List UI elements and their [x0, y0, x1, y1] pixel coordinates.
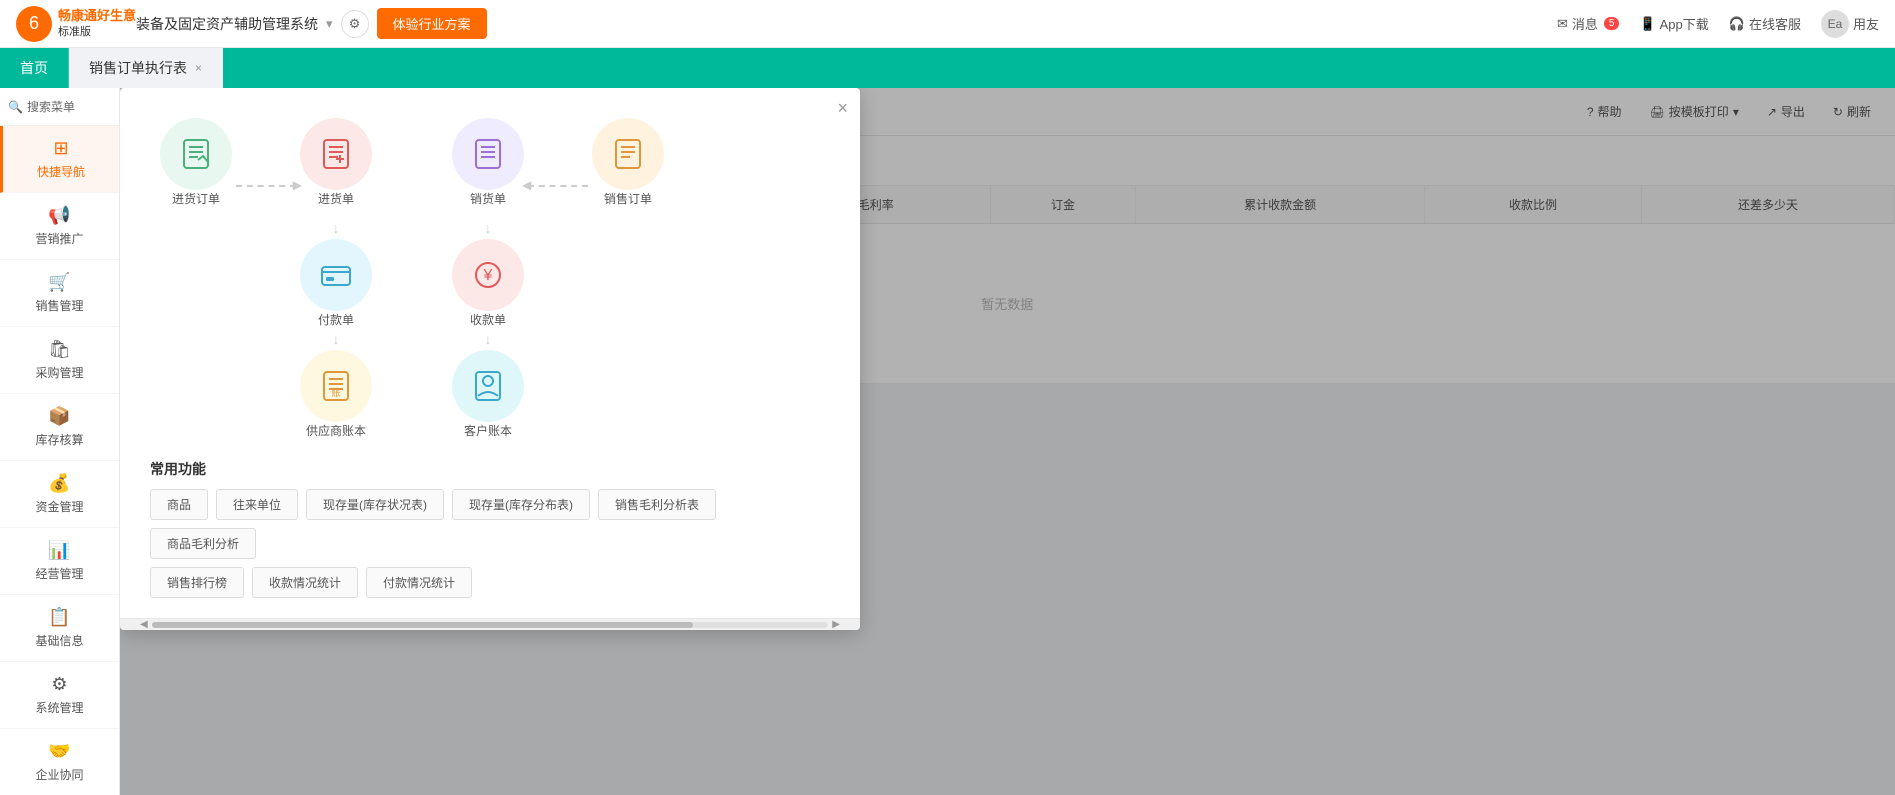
sidebar-item-finance[interactable]: 💰 资金管理: [0, 461, 119, 528]
operations-icon: 📊: [48, 540, 70, 561]
download-icon: 📱: [1639, 16, 1655, 32]
tab-close-icon[interactable]: ×: [195, 61, 202, 75]
down-arrow-receipt: ↓: [485, 221, 492, 235]
nav-tabs: 首页 销售订单执行表 ×: [0, 48, 1895, 88]
tab-sales-order[interactable]: 销售订单执行表 ×: [69, 48, 223, 88]
search-icon: 🔍: [8, 100, 23, 114]
basic-info-icon: 📋: [48, 607, 70, 628]
content-area: ? 帮助 🖨 按模板打印 ▾ ↗ 导出 ↻ 刷新 📅 单据状态: [120, 88, 1895, 795]
purchase-receipt-label: 进货单: [318, 190, 354, 207]
message-badge: 5: [1604, 17, 1620, 30]
common-btn-product[interactable]: 商品: [150, 489, 208, 520]
system-name: 装备及固定资产辅助管理系统: [136, 14, 318, 34]
supplier-ledger-label: 供应商账本: [306, 422, 366, 439]
overlay[interactable]: × 进货订单 ▶: [120, 88, 1895, 795]
sidebar-item-quick-nav[interactable]: ⊞ 快捷导航: [0, 126, 119, 193]
quick-panel: × 进货订单 ▶: [120, 88, 860, 630]
finance-icon: 💰: [48, 473, 70, 494]
avatar: Ea: [1821, 10, 1849, 38]
flow-node-purchase-receipt: 进货单: [300, 118, 372, 207]
trial-button[interactable]: 体验行业方案: [377, 8, 487, 39]
down-arrow-payment: ↓: [333, 221, 340, 235]
purchase-icon: 🛍: [48, 339, 71, 360]
message-icon: ✉: [1557, 16, 1568, 32]
topbar: 6 畅康通好生意 标准版 装备及固定资产辅助管理系统 ▾ ⚙ 体验行业方案 ✉ …: [0, 0, 1895, 48]
scroll-left-icon[interactable]: ◀: [136, 619, 152, 630]
sales-invoice-label: 销货单: [470, 190, 506, 207]
scrollbar-track[interactable]: [152, 622, 829, 628]
main-layout: 🔍 搜索菜单 ⊞ 快捷导航 📢 营销推广 🛒 销售管理 🛍 采购管理 📦 库存核…: [0, 88, 1895, 795]
flow-diagram: 进货订单 ▶ 进货单: [120, 88, 860, 459]
sidebar-item-sales[interactable]: 🛒 销售管理: [0, 260, 119, 327]
common-btn-product-profit[interactable]: 商品毛利分析: [150, 528, 256, 559]
common-section: 常用功能 商品 往来单位 现存量(库存状况表) 现存量(库存分布表) 销售毛利分…: [120, 459, 860, 618]
marketing-icon: 📢: [48, 205, 70, 226]
user-info[interactable]: Ea 用友: [1821, 10, 1879, 38]
customer-ledger-label: 客户账本: [464, 422, 512, 439]
scroll-right-icon[interactable]: ▶: [828, 619, 844, 630]
system-info: 装备及固定资产辅助管理系统 ▾ ⚙ 体验行业方案: [136, 8, 1557, 39]
sidebar-item-system[interactable]: ⚙ 系统管理: [0, 662, 119, 729]
panel-scrollbar: ◀ ▶: [120, 618, 860, 630]
payment-label: 付款单: [318, 311, 354, 328]
logo: 6 畅康通好生意 标准版: [16, 6, 136, 42]
purchase-receipt-circle[interactable]: [300, 118, 372, 190]
common-btn-sales-profit[interactable]: 销售毛利分析表: [598, 489, 716, 520]
tab-home[interactable]: 首页: [0, 48, 69, 88]
purchase-order-circle[interactable]: [160, 118, 232, 190]
common-buttons-row2: 销售排行榜 收款情况统计 付款情况统计: [150, 567, 830, 598]
common-btn-stock-status[interactable]: 现存量(库存状况表): [306, 489, 444, 520]
sales-order-label: 销售订单: [604, 190, 652, 207]
down-arrow-supplier: ↓: [333, 332, 340, 346]
sidebar-item-operations[interactable]: 📊 经营管理: [0, 528, 119, 595]
common-btn-sales-rank[interactable]: 销售排行榜: [150, 567, 244, 598]
common-btn-collection-stats[interactable]: 收款情况统计: [252, 567, 358, 598]
search-menu[interactable]: 🔍 搜索菜单: [0, 88, 119, 126]
online-service-item[interactable]: 🎧 在线客服: [1729, 14, 1801, 33]
sales-icon: 🛒: [48, 272, 70, 293]
common-btn-payment-stats[interactable]: 付款情况统计: [366, 567, 472, 598]
sidebar-item-basic-info[interactable]: 📋 基础信息: [0, 595, 119, 662]
system-icon: ⚙: [51, 674, 67, 695]
message-item[interactable]: ✉ 消息 5: [1557, 14, 1619, 33]
down-arrow-customer: ↓: [485, 332, 492, 346]
svg-text:¥: ¥: [483, 267, 493, 284]
panel-close-button[interactable]: ×: [837, 98, 848, 119]
customer-ledger-circle[interactable]: [452, 350, 524, 422]
payment-circle[interactable]: [300, 239, 372, 311]
sidebar-item-inventory[interactable]: 📦 库存核算: [0, 394, 119, 461]
receipt-label: 收款单: [470, 311, 506, 328]
supplier-ledger-circle[interactable]: 账: [300, 350, 372, 422]
sales-order-circle[interactable]: [592, 118, 664, 190]
common-title: 常用功能: [150, 459, 830, 479]
sidebar-item-purchase[interactable]: 🛍 采购管理: [0, 327, 119, 394]
purchase-order-label: 进货订单: [172, 190, 220, 207]
logo-icon: 6: [16, 6, 52, 42]
flow-node-sales-invoice: 销货单: [452, 118, 524, 207]
receipt-circle[interactable]: ¥: [452, 239, 524, 311]
common-btn-partner[interactable]: 往来单位: [216, 489, 298, 520]
sales-invoice-circle[interactable]: [452, 118, 524, 190]
svg-text:账: 账: [331, 388, 340, 398]
sidebar: 🔍 搜索菜单 ⊞ 快捷导航 📢 营销推广 🛒 销售管理 🛍 采购管理 📦 库存核…: [0, 88, 120, 795]
common-buttons: 商品 往来单位 现存量(库存状况表) 现存量(库存分布表) 销售毛利分析表 商品…: [150, 489, 830, 559]
quick-nav-icon: ⊞: [53, 138, 68, 159]
enterprise-icon: 🤝: [48, 741, 70, 762]
sidebar-item-enterprise[interactable]: 🤝 企业协同: [0, 729, 119, 795]
common-btn-stock-dist[interactable]: 现存量(库存分布表): [452, 489, 590, 520]
flow-node-purchase-order: 进货订单: [160, 118, 232, 207]
inventory-icon: 📦: [48, 406, 70, 427]
scrollbar-thumb[interactable]: [152, 622, 693, 628]
app-download-item[interactable]: 📱 App下载: [1639, 14, 1708, 33]
topbar-right: ✉ 消息 5 📱 App下载 🎧 在线客服 Ea 用友: [1557, 10, 1879, 38]
service-icon: 🎧: [1729, 16, 1745, 32]
settings-icon[interactable]: ⚙: [341, 10, 369, 38]
system-dropdown-icon[interactable]: ▾: [326, 16, 333, 32]
logo-text: 畅康通好生意 标准版: [58, 8, 136, 39]
flow-node-sales-order: 销售订单: [592, 118, 664, 207]
sidebar-item-marketing[interactable]: 📢 营销推广: [0, 193, 119, 260]
